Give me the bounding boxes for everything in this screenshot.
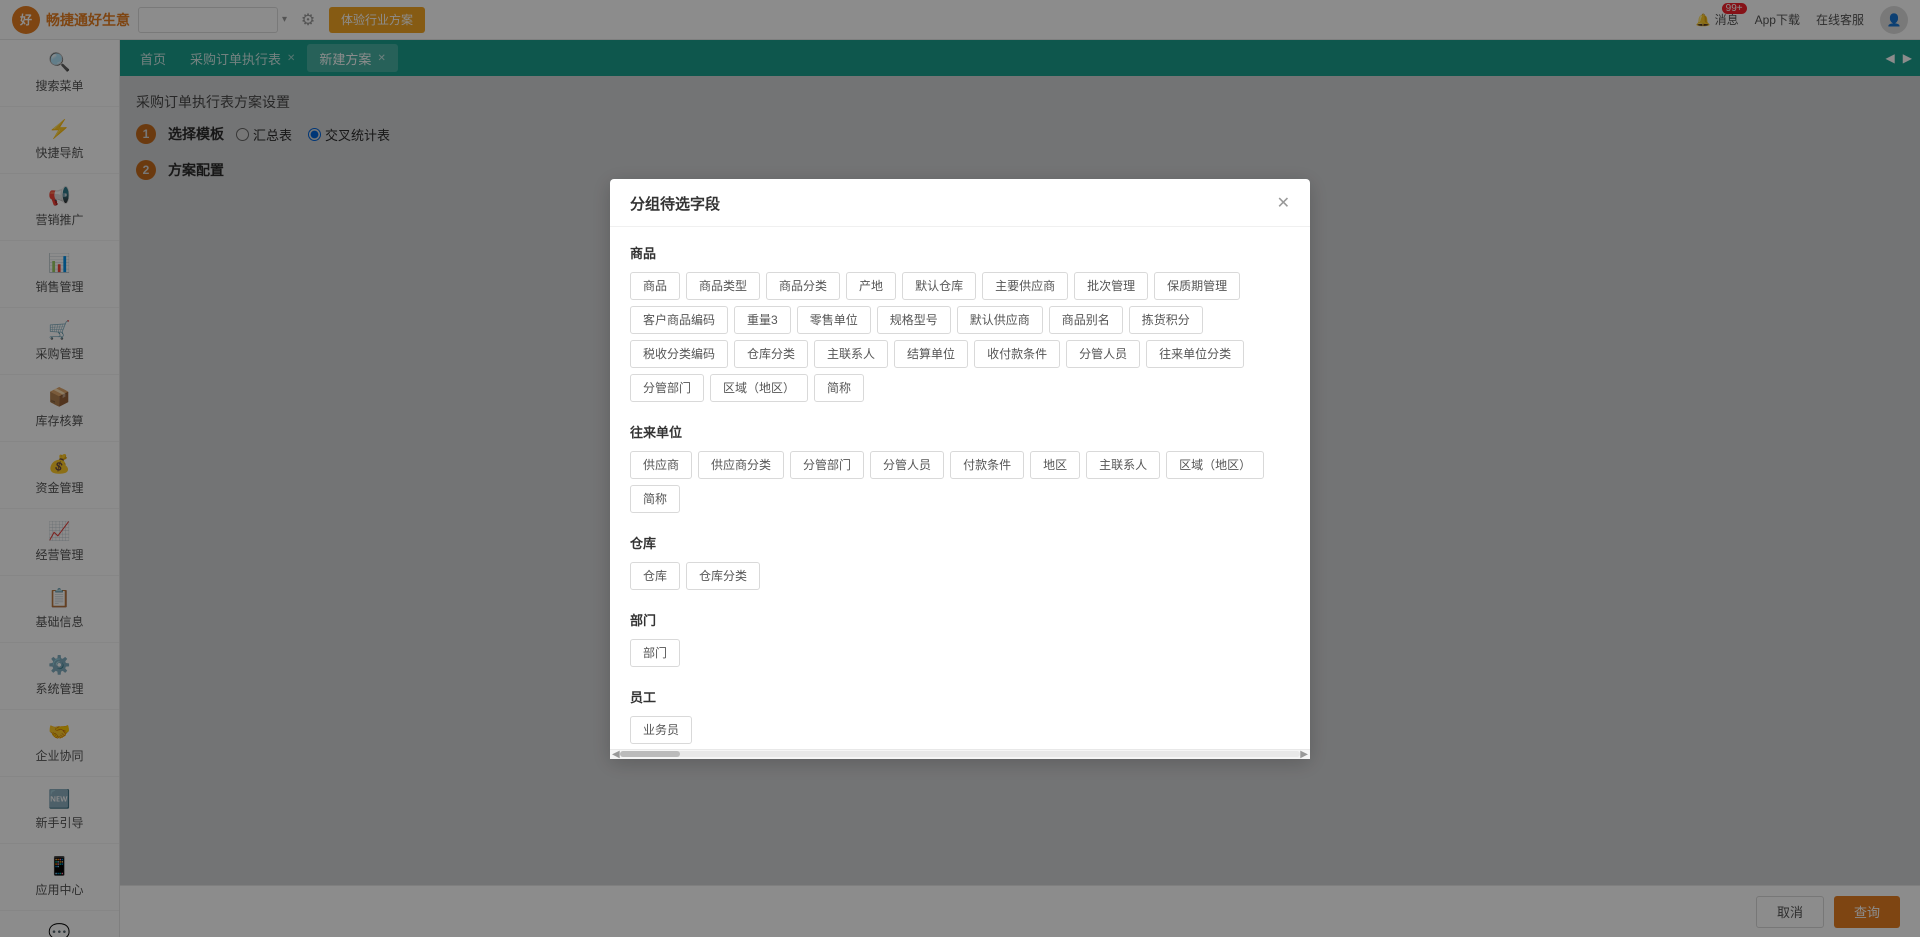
tag-supervisor[interactable]: 分管人员 <box>1066 340 1140 368</box>
tag-expiry-mgmt[interactable]: 保质期管理 <box>1154 272 1240 300</box>
modal-header: 分组待选字段 ✕ <box>610 179 1310 227</box>
modal: 分组待选字段 ✕ 商品 商品 商品类型 商品分类 产地 默认仓库 主要供应商 批… <box>610 179 1310 759</box>
section-partner: 往来单位 供应商 供应商分类 分管部门 分管人员 付款条件 地区 主联系人 区域… <box>630 422 1290 513</box>
modal-title: 分组待选字段 <box>630 193 720 214</box>
scroll-right-arrow[interactable]: ▶ <box>1300 749 1308 760</box>
tag-default-supplier[interactable]: 默认供应商 <box>957 306 1043 334</box>
section-warehouse-title: 仓库 <box>630 533 1290 552</box>
tag-batch-mgmt[interactable]: 批次管理 <box>1074 272 1148 300</box>
tag-tax-code[interactable]: 税收分类编码 <box>630 340 728 368</box>
tag-partner-cat[interactable]: 往来单位分类 <box>1146 340 1244 368</box>
modal-close-button[interactable]: ✕ <box>1277 193 1290 213</box>
tag-area[interactable]: 地区 <box>1030 451 1080 479</box>
tag-main-supplier[interactable]: 主要供应商 <box>982 272 1068 300</box>
goods-tags: 商品 商品类型 商品分类 产地 默认仓库 主要供应商 批次管理 保质期管理 客户… <box>630 272 1290 402</box>
tag-main-contact2[interactable]: 主联系人 <box>1086 451 1160 479</box>
tag-dept-managed[interactable]: 分管部门 <box>630 374 704 402</box>
tag-payment-terms[interactable]: 收付款条件 <box>974 340 1060 368</box>
tag-dept[interactable]: 部门 <box>630 639 680 667</box>
tag-customer-code[interactable]: 客户商品编码 <box>630 306 728 334</box>
tag-region[interactable]: 区域（地区） <box>710 374 808 402</box>
scroll-track <box>620 751 1301 757</box>
tag-goods-category[interactable]: 商品分类 <box>766 272 840 300</box>
section-dept-title: 部门 <box>630 610 1290 629</box>
tag-payment-cond[interactable]: 付款条件 <box>950 451 1024 479</box>
tag-origin[interactable]: 产地 <box>846 272 896 300</box>
dept-tags: 部门 <box>630 639 1290 667</box>
section-partner-title: 往来单位 <box>630 422 1290 441</box>
tag-salesperson[interactable]: 业务员 <box>630 716 692 744</box>
scroll-thumb[interactable] <box>620 751 680 757</box>
tag-supervisor2[interactable]: 分管人员 <box>870 451 944 479</box>
section-employee: 员工 业务员 <box>630 687 1290 744</box>
tag-settle-unit[interactable]: 结算单位 <box>894 340 968 368</box>
tag-dept-managed2[interactable]: 分管部门 <box>790 451 864 479</box>
tag-warehouse-cat2[interactable]: 仓库分类 <box>686 562 760 590</box>
tag-warehouse[interactable]: 仓库 <box>630 562 680 590</box>
section-goods: 商品 商品 商品类型 商品分类 产地 默认仓库 主要供应商 批次管理 保质期管理… <box>630 243 1290 402</box>
modal-body: 商品 商品 商品类型 商品分类 产地 默认仓库 主要供应商 批次管理 保质期管理… <box>610 227 1310 749</box>
tag-goods-type[interactable]: 商品类型 <box>686 272 760 300</box>
tag-pick-points[interactable]: 拣货积分 <box>1129 306 1203 334</box>
tag-default-warehouse[interactable]: 默认仓库 <box>902 272 976 300</box>
tag-goods[interactable]: 商品 <box>630 272 680 300</box>
tag-spec-model[interactable]: 规格型号 <box>877 306 951 334</box>
modal-scrollbar-horizontal[interactable]: ◀ ▶ <box>610 749 1310 759</box>
tag-short-name[interactable]: 简称 <box>814 374 864 402</box>
tag-supplier[interactable]: 供应商 <box>630 451 692 479</box>
warehouse-tags: 仓库 仓库分类 <box>630 562 1290 590</box>
tag-main-contact[interactable]: 主联系人 <box>814 340 888 368</box>
tag-retail-unit[interactable]: 零售单位 <box>797 306 871 334</box>
section-employee-title: 员工 <box>630 687 1290 706</box>
employee-tags: 业务员 <box>630 716 1290 744</box>
tag-warehouse-cat[interactable]: 仓库分类 <box>734 340 808 368</box>
section-warehouse: 仓库 仓库 仓库分类 <box>630 533 1290 590</box>
tag-supplier-cat[interactable]: 供应商分类 <box>698 451 784 479</box>
scroll-left-arrow[interactable]: ◀ <box>612 749 620 760</box>
tag-goods-alias[interactable]: 商品别名 <box>1049 306 1123 334</box>
section-dept: 部门 部门 <box>630 610 1290 667</box>
tag-short-name2[interactable]: 简称 <box>630 485 680 513</box>
section-goods-title: 商品 <box>630 243 1290 262</box>
tag-weight3[interactable]: 重量3 <box>734 306 791 334</box>
modal-overlay[interactable]: 分组待选字段 ✕ 商品 商品 商品类型 商品分类 产地 默认仓库 主要供应商 批… <box>0 0 1920 937</box>
tag-region2[interactable]: 区域（地区） <box>1166 451 1264 479</box>
partner-tags: 供应商 供应商分类 分管部门 分管人员 付款条件 地区 主联系人 区域（地区） … <box>630 451 1290 513</box>
